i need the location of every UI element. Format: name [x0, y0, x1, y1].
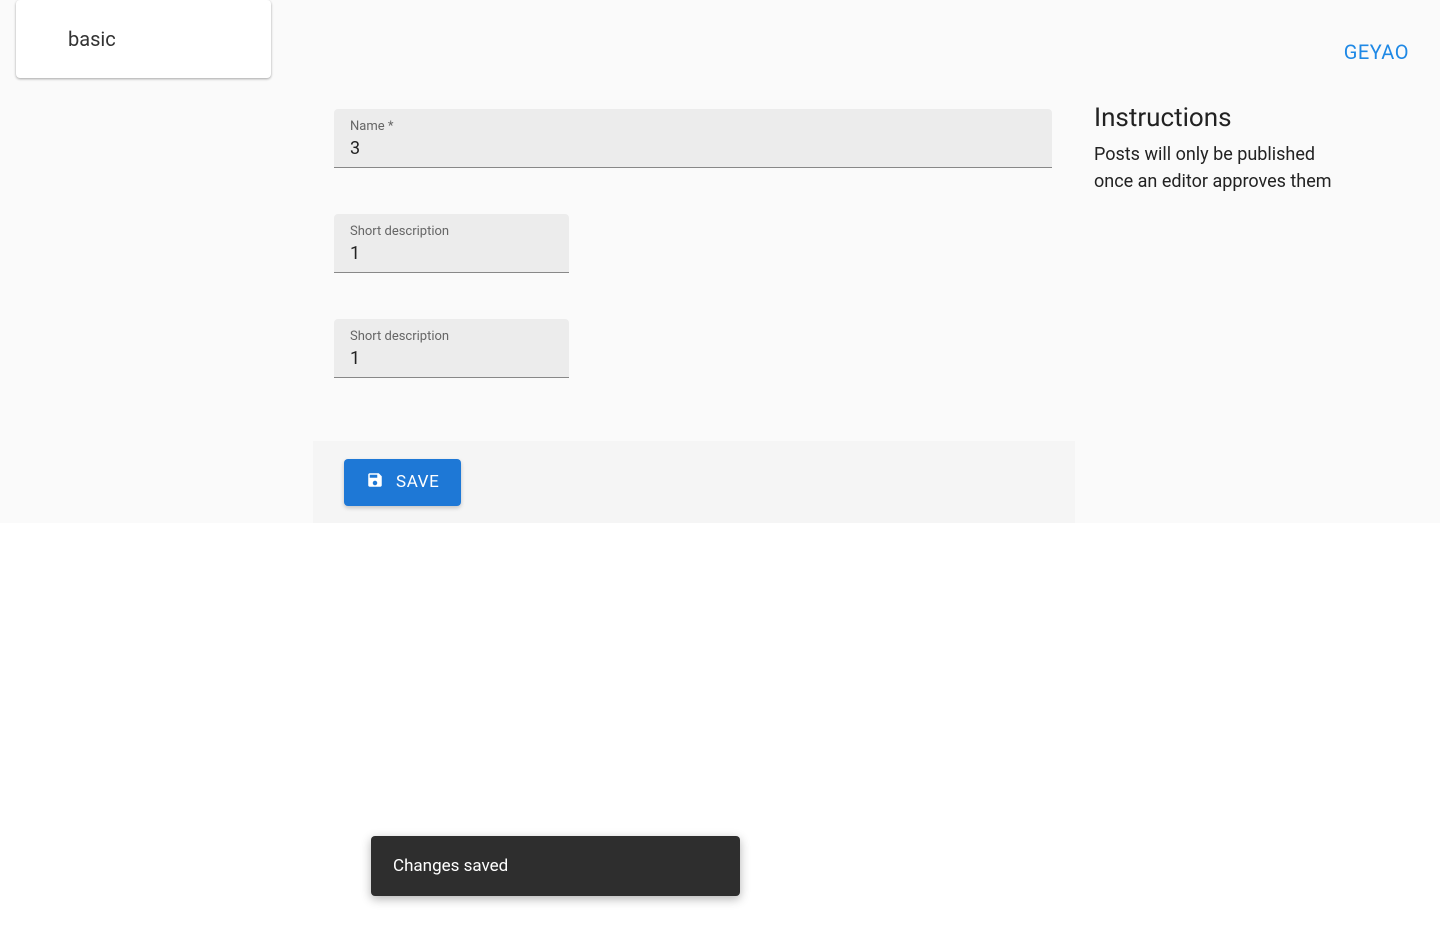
name-input[interactable] — [350, 138, 1036, 159]
tab-basic[interactable]: basic — [16, 0, 271, 78]
header-user-link[interactable]: GEYAO — [1344, 40, 1409, 64]
snackbar-message: Changes saved — [393, 856, 508, 876]
tab-label: basic — [68, 27, 116, 51]
snackbar: Changes saved — [371, 836, 740, 896]
form-container: Name * Short description Short descripti… — [334, 109, 1052, 424]
toolbar: SAVE — [313, 441, 1075, 523]
name-field-wrapper: Name * — [334, 109, 1052, 168]
save-button[interactable]: SAVE — [344, 459, 461, 506]
name-label: Name * — [350, 119, 1036, 134]
instructions-body: Posts will only be published once an edi… — [1094, 141, 1354, 195]
instructions-title: Instructions — [1094, 103, 1354, 133]
short-desc-1-label: Short description — [350, 224, 553, 239]
short-desc-2-input[interactable] — [350, 348, 553, 369]
short-desc-1-wrapper: Short description — [334, 214, 569, 273]
header-link-label: GEYAO — [1344, 40, 1409, 64]
short-desc-1-input[interactable] — [350, 243, 553, 264]
instructions-panel: Instructions Posts will only be publishe… — [1094, 103, 1354, 195]
save-icon — [366, 471, 384, 494]
save-button-label: SAVE — [396, 472, 439, 492]
short-desc-2-label: Short description — [350, 329, 553, 344]
short-desc-2-wrapper: Short description — [334, 319, 569, 378]
